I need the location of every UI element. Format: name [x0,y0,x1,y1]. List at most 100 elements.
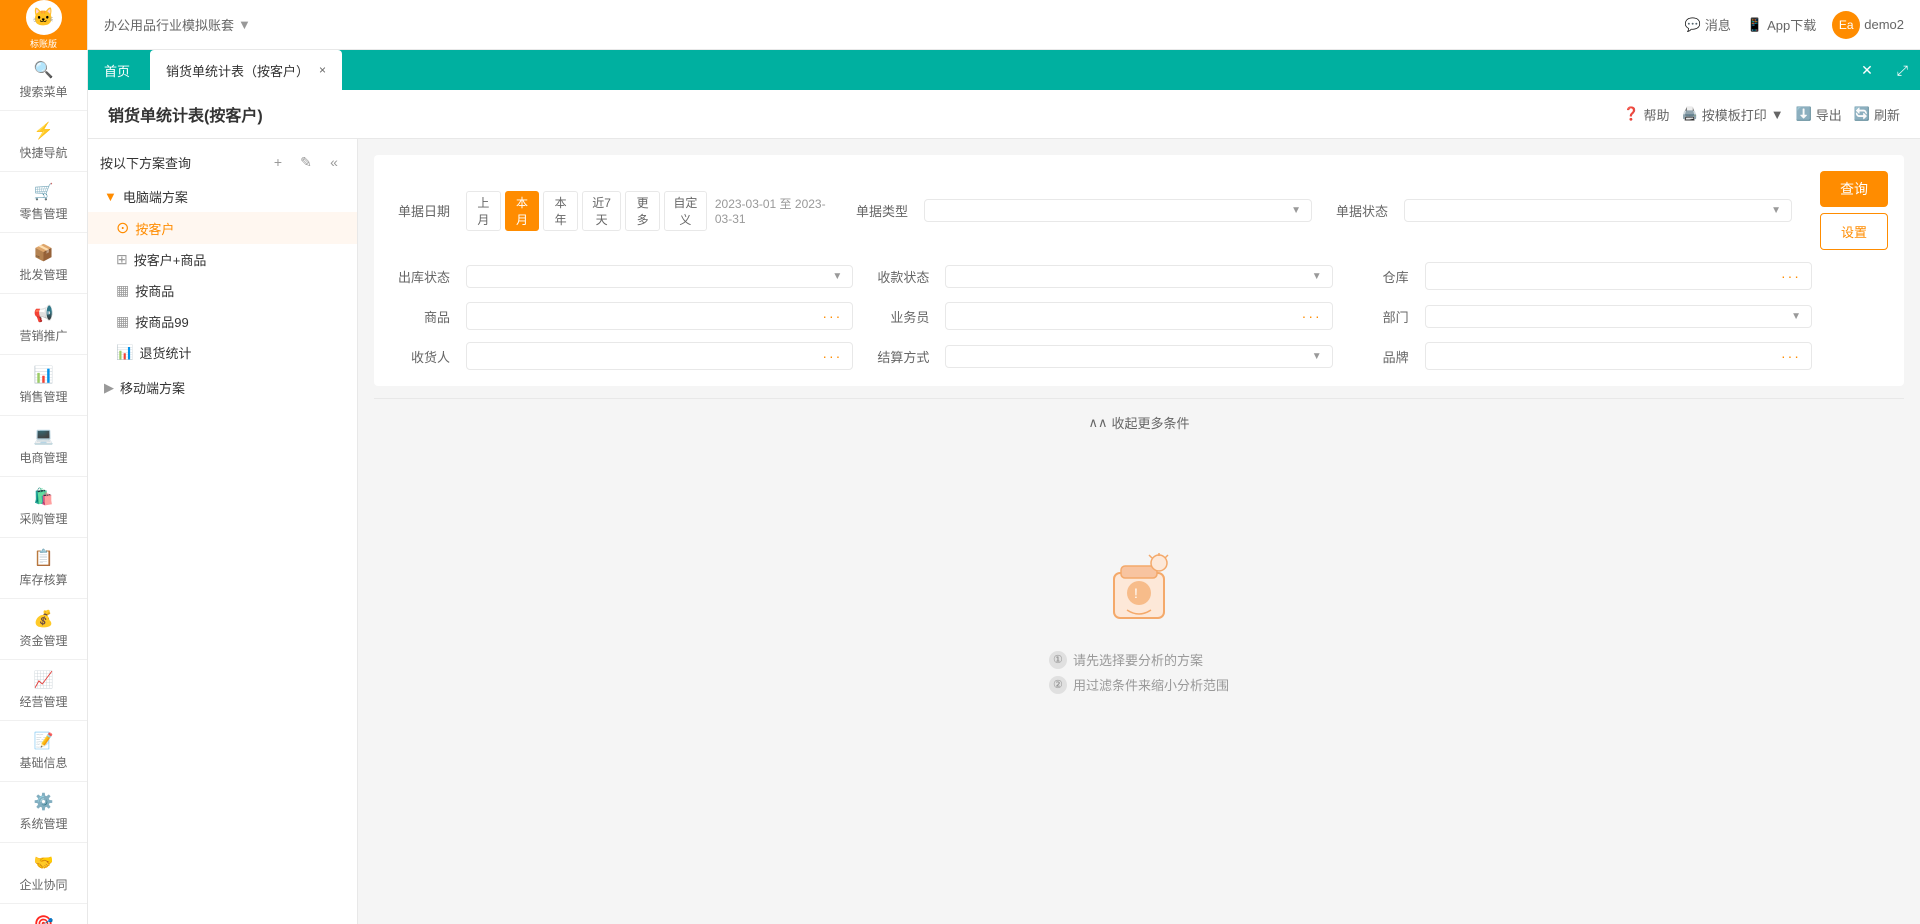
tip2-text: 用过滤条件来缩小分析范围 [1073,675,1229,694]
date-btn-more[interactable]: 更多 [625,191,660,231]
sidebar-item-label: 零售管理 [19,205,67,222]
date-btn-7days[interactable]: 近7天 [582,191,621,231]
tree-node-desktop[interactable]: ▼ 电脑端方案 [88,181,357,212]
sidebar-item-guide[interactable]: 🎯 新手引导 [0,904,87,924]
tree-item-by-customer[interactable]: ⊙ 按客户 [88,212,357,244]
order-type-select[interactable]: ▼ [924,199,1312,222]
date-btn-this-month[interactable]: 本月 [505,191,540,231]
tree-item-label: 按商品99 [135,312,188,331]
sidebar-item-ecommerce[interactable]: 💻 电商管理 [0,416,87,477]
window-maximize-icon[interactable]: ⤢ [1885,62,1920,79]
sidebar-item-label: 经营管理 [19,693,67,710]
collapse-btn[interactable]: ∧∧ 收起更多条件 [382,407,1896,438]
sidebar-item-collab[interactable]: 🤝 企业协同 [0,843,87,904]
tree-mobile-expand-icon: ▶ [104,380,114,396]
delivery-status-label: 出库状态 [390,267,450,286]
sidebar-item-wholesale[interactable]: 📦 批发管理 [0,233,87,294]
query-button[interactable]: 查询 [1820,171,1888,207]
collapse-bar[interactable]: ∧∧ 收起更多条件 [374,398,1904,446]
tab-active[interactable]: 销货单统计表（按客户） × [150,50,342,90]
tab-active-label: 销货单统计表（按客户） [166,61,309,80]
retail-icon: 🛒 [34,182,54,202]
collapse-panel-btn[interactable]: « [323,151,345,173]
payment-status-select[interactable]: ▼ [945,265,1332,288]
help-btn[interactable]: ❓ 帮助 [1623,105,1669,124]
window-close-icon[interactable]: ✕ [1849,62,1885,79]
sidebar-item-label: 库存核算 [19,571,67,588]
sidebar-item-marketing[interactable]: 📢 营销推广 [0,294,87,355]
delivery-status-select[interactable]: ▼ [466,265,853,288]
wholesale-icon: 📦 [34,243,54,263]
recipient-select[interactable]: ··· [466,342,853,370]
message-icon: 💬 [1685,17,1701,33]
print-label: 按模板打印 [1702,105,1767,124]
app-logo[interactable]: 🐱 标账版 [0,0,87,50]
top-bar-right: 💬 消息 📱 App下载 Ea demo2 [1685,11,1904,39]
username: demo2 [1864,17,1904,32]
print-dropdown-icon: ▼ [1771,107,1784,122]
payment-method-select[interactable]: ▼ [945,345,1332,368]
empty-tip-2: ② 用过滤条件来缩小分析范围 [1049,675,1229,694]
date-btn-this-year[interactable]: 本年 [543,191,578,231]
app-download-icon: 📱 [1747,17,1763,33]
tab-close-icon[interactable]: × [319,63,326,77]
app-download-btn[interactable]: 📱 App下载 [1747,15,1816,34]
tree-item-by-customer-goods[interactable]: ⊞ 按客户+商品 [88,244,357,275]
dept-select[interactable]: ▼ [1425,305,1812,328]
payment-method-arrow-icon: ▼ [1312,351,1322,362]
warehouse-select[interactable]: ··· [1425,262,1812,290]
sidebar-item-inventory[interactable]: 📋 库存核算 [0,538,87,599]
sidebar-item-system[interactable]: ⚙️ 系统管理 [0,782,87,843]
tree-item-by-goods99[interactable]: ▦ 按商品99 [88,306,357,337]
tree-mobile-label: 移动端方案 [120,378,185,397]
export-btn[interactable]: ⬇️ 导出 [1796,105,1842,124]
goods-select[interactable]: ··· [466,302,853,330]
guide-icon: 🎯 [34,914,54,924]
top-bar-left: 办公用品行业模拟账套 ▼ [104,15,251,34]
date-btn-custom[interactable]: 自定义 [664,191,707,231]
page-header: 销货单统计表(按客户) ❓ 帮助 🖨️ 按模板打印 ▼ ⬇️ 导出 🔄 刷新 [88,90,1920,139]
add-plan-btn[interactable]: + [267,151,289,173]
main-area: 办公用品行业模拟账套 ▼ 💬 消息 📱 App下载 Ea demo2 首页 销货… [88,0,1920,924]
top-bar: 办公用品行业模拟账套 ▼ 💬 消息 📱 App下载 Ea demo2 [88,0,1920,50]
brand-select[interactable]: ··· [1425,342,1812,370]
message-btn[interactable]: 💬 消息 [1685,15,1731,34]
tree-item-return-stats[interactable]: 📊 退货统计 [88,337,357,368]
sidebar-item-basic[interactable]: 📝 基础信息 [0,721,87,782]
empty-tips: ① 请先选择要分析的方案 ② 用过滤条件来缩小分析范围 [1049,650,1229,700]
tab-bar-right: ✕ ⤢ [1849,62,1920,79]
print-btn[interactable]: 🖨️ 按模板打印 ▼ [1682,105,1784,124]
recipient-label: 收货人 [390,347,450,366]
sidebar-item-retail[interactable]: 🛒 零售管理 [0,172,87,233]
sidebar-item-search[interactable]: 🔍 搜索菜单 [0,50,87,111]
edit-plan-btn[interactable]: ✎ [295,151,317,173]
salesperson-select[interactable]: ··· [945,302,1332,330]
order-status-select[interactable]: ▼ [1404,199,1792,222]
user-profile[interactable]: Ea demo2 [1832,11,1904,39]
sidebar-item-purchase[interactable]: 🛍️ 采购管理 [0,477,87,538]
tree-item-label: 按客户 [135,219,174,238]
tree-item-icon: ▦ [116,313,129,330]
sidebar-item-quick-nav[interactable]: ⚡ 快捷导航 [0,111,87,172]
brand-dots-icon: ··· [1781,348,1801,364]
svg-text:!: ! [1134,585,1138,601]
module-selector[interactable]: 办公用品行业模拟账套 ▼ [104,15,251,34]
tree-node-label: 电脑端方案 [123,187,188,206]
settings-button[interactable]: 设置 [1820,213,1888,250]
avatar: Ea [1832,11,1860,39]
basic-icon: 📝 [34,731,54,751]
sidebar-item-sales[interactable]: 📊 销售管理 [0,355,87,416]
tree-item-by-goods[interactable]: ▦ 按商品 [88,275,357,306]
order-type-label: 单据类型 [848,201,908,220]
refresh-btn[interactable]: 🔄 刷新 [1854,105,1900,124]
sidebar-item-label: 企业协同 [19,876,67,893]
tab-home[interactable]: 首页 [88,50,146,90]
filter-form: 单据日期 上月 本月 本年 近7天 更多 自定义 2023-03-01 至 20… [374,155,1904,386]
tree-item-label: 按客户+商品 [134,250,207,269]
tree-node-mobile[interactable]: ▶ 移动端方案 [88,372,357,403]
date-btn-last-month[interactable]: 上月 [466,191,501,231]
sidebar-nav: 🔍 搜索菜单 ⚡ 快捷导航 🛒 零售管理 📦 批发管理 📢 营销推广 📊 销售管… [0,50,87,924]
sidebar-item-finance[interactable]: 💰 资金管理 [0,599,87,660]
sidebar-item-ops[interactable]: 📈 经营管理 [0,660,87,721]
brand-label: 品牌 [1349,347,1409,366]
